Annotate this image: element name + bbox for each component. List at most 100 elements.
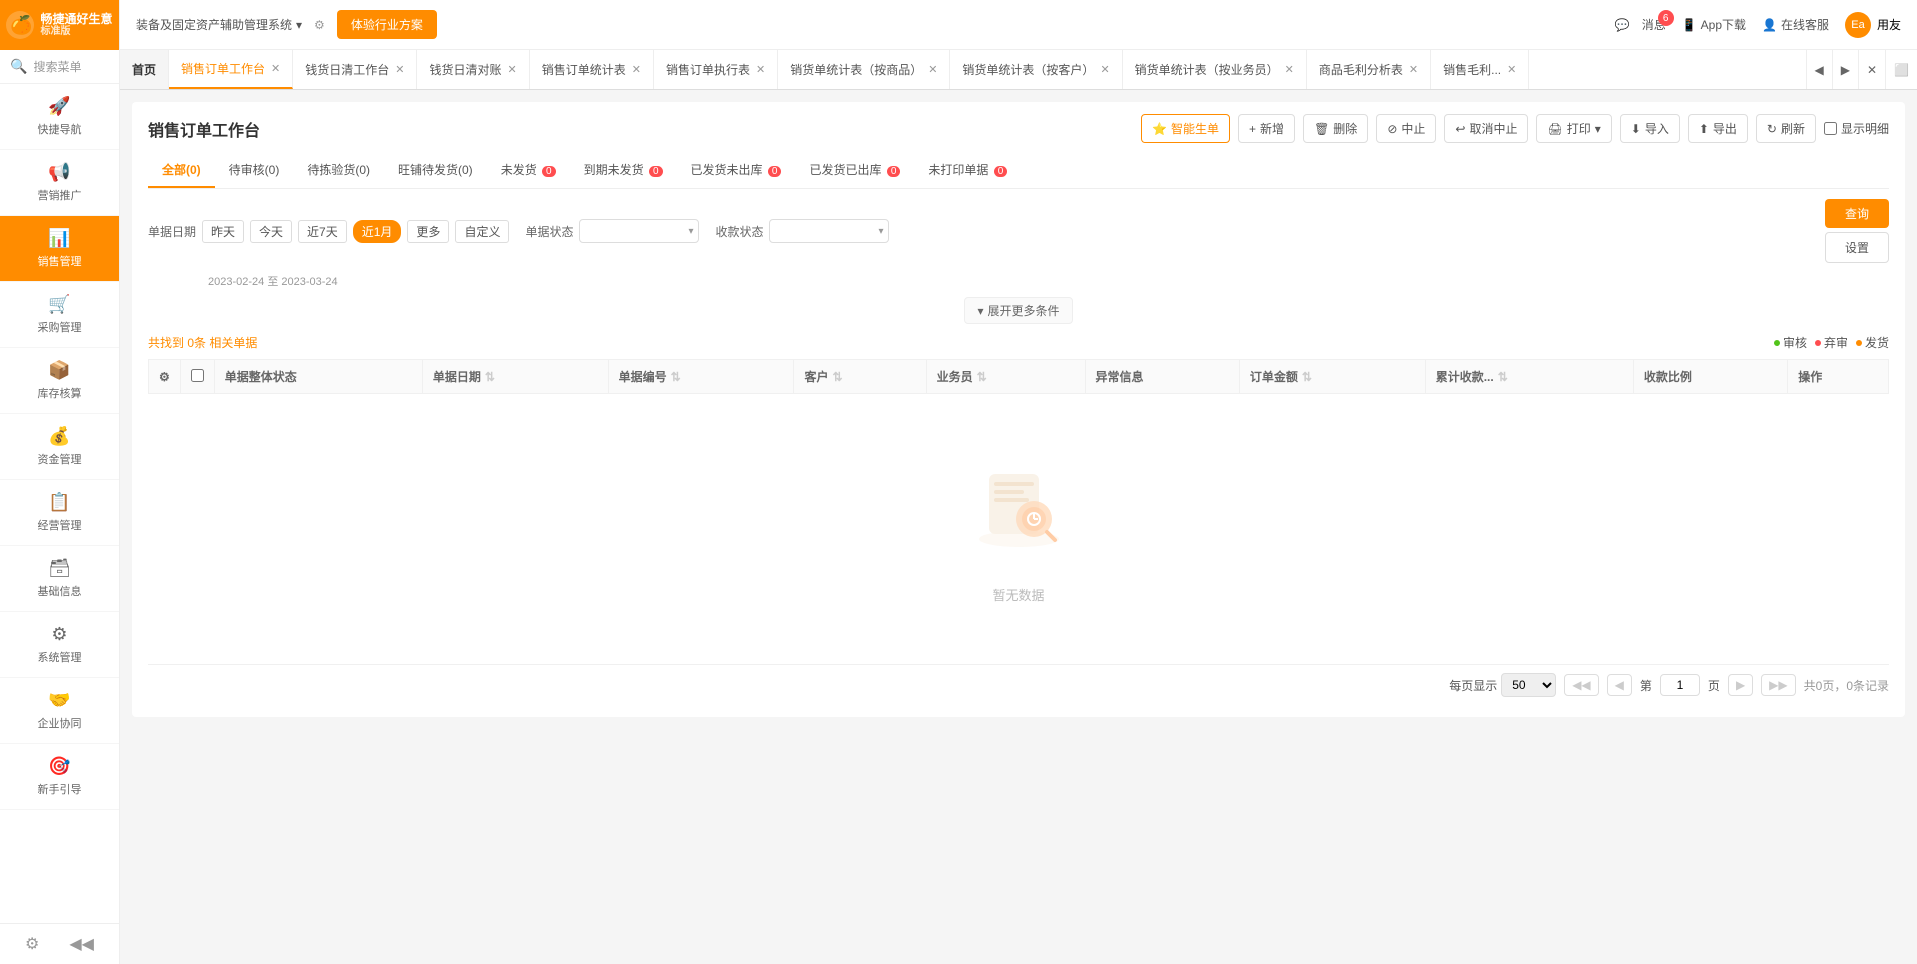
last-page-btn[interactable]: ▶▶ xyxy=(1761,674,1795,696)
tab-close-icon[interactable]: ✕ xyxy=(928,63,937,76)
tab-nav-prev[interactable]: ◀ xyxy=(1806,50,1832,90)
tab-close-icon[interactable]: ✕ xyxy=(1100,63,1109,76)
export-btn[interactable]: ⬆ 导出 xyxy=(1688,114,1748,143)
action-review[interactable]: 审核 xyxy=(1774,334,1807,351)
tab-sales-more[interactable]: 销售毛利... ✕ xyxy=(1431,50,1529,89)
tab-gross-profit[interactable]: 商品毛利分析表 ✕ xyxy=(1307,50,1431,89)
tab-close-icon[interactable]: ✕ xyxy=(395,63,404,76)
sidebar-item-sales[interactable]: 📊 销售管理 xyxy=(0,216,119,282)
app-download-btn[interactable]: 📱 App下载 xyxy=(1682,16,1746,33)
filter-tab-not-printed[interactable]: 未打印单据 0 xyxy=(914,153,1021,188)
show-detail-checkbox[interactable]: 显示明细 xyxy=(1824,120,1889,137)
prev-page-btn[interactable]: ◀ xyxy=(1607,674,1632,696)
col-check[interactable] xyxy=(180,360,214,394)
add-btn[interactable]: + 新增 xyxy=(1238,114,1295,143)
filter-tab-shipped-out[interactable]: 已发货已出库 0 xyxy=(795,153,914,188)
action-cancel-review[interactable]: 弃审 xyxy=(1815,334,1848,351)
col-customer[interactable]: 客户⇅ xyxy=(794,360,926,394)
print-btn[interactable]: 🖨 打印 ▾ xyxy=(1536,114,1611,143)
tab-sales-stats[interactable]: 销售订单统计表 ✕ xyxy=(530,50,654,89)
app-logo: 🍊 畅捷通好生意 标准版 xyxy=(0,0,119,50)
page-header-actions: ⭐ 智能生单 + 新增 🗑 删除 ⊘ 中止 xyxy=(1141,114,1889,143)
sidebar-item-marketing[interactable]: 📢 营销推广 xyxy=(0,150,119,216)
tab-sales-summary-staff[interactable]: 销货单统计表（按业务员） ✕ xyxy=(1123,50,1307,89)
tab-sales-exec[interactable]: 销售订单执行表 ✕ xyxy=(654,50,778,89)
col-date[interactable]: 单据日期⇅ xyxy=(422,360,608,394)
settings-bottom-icon[interactable]: ⚙ xyxy=(25,934,39,954)
sidebar-item-quicknav[interactable]: 🚀 快捷导航 xyxy=(0,84,119,150)
date-btn-custom[interactable]: 自定义 xyxy=(455,220,509,243)
filter-tab-pending-review[interactable]: 待审核(0) xyxy=(215,153,294,188)
col-amount[interactable]: 订单金额⇅ xyxy=(1239,360,1425,394)
expand-filter-btn[interactable]: ▾ 展开更多条件 xyxy=(964,297,1072,324)
topbar-settings-icon[interactable]: ⚙ xyxy=(314,18,325,32)
sort-icon: ⇅ xyxy=(977,370,987,384)
tab-close-icon[interactable]: ✕ xyxy=(632,63,641,76)
sidebar-item-system[interactable]: ⚙ 系统管理 xyxy=(0,612,119,678)
sidebar-item-enterprise[interactable]: 🤝 企业协同 xyxy=(0,678,119,744)
tab-close-icon[interactable]: ✕ xyxy=(1409,63,1418,76)
status-select[interactable] xyxy=(579,219,699,243)
tab-close-icon[interactable]: ✕ xyxy=(508,63,517,76)
select-all-checkbox[interactable] xyxy=(191,369,204,382)
col-staff[interactable]: 业务员⇅ xyxy=(926,360,1085,394)
message-btn[interactable]: 💬 6 消息 xyxy=(1615,16,1666,33)
filter-tab-expired[interactable]: 到期未发货 0 xyxy=(570,153,677,188)
refresh-btn[interactable]: ↻ 刷新 xyxy=(1756,114,1816,143)
date-btn-today[interactable]: 今天 xyxy=(250,220,292,243)
payment-select[interactable] xyxy=(769,219,889,243)
first-page-btn[interactable]: ◀◀ xyxy=(1564,674,1598,696)
tab-close-icon[interactable]: ✕ xyxy=(1507,63,1516,76)
table-scroll-area[interactable]: ⚙ 单据整体状态 单据日期⇅ 单据编号⇅ 客户⇅ 业务员⇅ 异常信息 订单金额⇅… xyxy=(148,359,1889,664)
col-number[interactable]: 单据编号⇅ xyxy=(608,360,794,394)
filter-tab-wangpu[interactable]: 旺铺待发货(0) xyxy=(384,153,487,188)
sidebar-search[interactable]: 🔍 搜索菜单 xyxy=(0,50,119,84)
sidebar-item-finance[interactable]: 💰 资金管理 xyxy=(0,414,119,480)
tab-close-icon[interactable]: ✕ xyxy=(1285,63,1294,76)
next-page-btn[interactable]: ▶ xyxy=(1728,674,1753,696)
system-title-dropdown[interactable]: 装备及固定资产辅助管理系统 ▾ xyxy=(136,16,302,33)
date-btn-1month[interactable]: 近1月 xyxy=(353,220,402,243)
query-btn[interactable]: 查询 xyxy=(1825,199,1889,228)
industry-btn[interactable]: 体验行业方案 xyxy=(337,10,437,39)
filter-tab-not-shipped[interactable]: 未发货 0 xyxy=(487,153,570,188)
filter-tab-all[interactable]: 全部(0) xyxy=(148,153,215,188)
import-btn[interactable]: ⬇ 导入 xyxy=(1620,114,1680,143)
col-collected[interactable]: 累计收款...⇅ xyxy=(1425,360,1633,394)
date-btn-yesterday[interactable]: 昨天 xyxy=(202,220,244,243)
tab-cash-reconcile[interactable]: 钱货日清对账 ✕ xyxy=(417,50,529,89)
sidebar-item-tutorial[interactable]: 🎯 新手引导 xyxy=(0,744,119,810)
tab-close-all[interactable]: ✕ xyxy=(1858,50,1885,90)
tab-sales-summary-customer[interactable]: 销货单统计表（按客户） ✕ xyxy=(950,50,1122,89)
sidebar-item-operations[interactable]: 📋 经营管理 xyxy=(0,480,119,546)
user-area[interactable]: Ea 用友 xyxy=(1845,12,1901,38)
filter-tab-pending-pickup[interactable]: 待拣验货(0) xyxy=(293,153,384,188)
delete-btn[interactable]: 🗑 删除 xyxy=(1303,114,1368,143)
cancel-suspend-btn[interactable]: ↩ 取消中止 xyxy=(1444,114,1528,143)
page-input[interactable] xyxy=(1660,674,1700,696)
online-service-btn[interactable]: 👤 在线客服 xyxy=(1762,16,1829,33)
filter-date: 单据日期 昨天 今天 近7天 近1月 更多 自定义 xyxy=(148,220,509,243)
tab-close-icon[interactable]: ✕ xyxy=(271,62,280,75)
sidebar-item-purchase[interactable]: 🛒 采购管理 xyxy=(0,282,119,348)
tab-sales-workbench[interactable]: 销售订单工作台 ✕ xyxy=(169,50,293,89)
tab-nav-next[interactable]: ▶ xyxy=(1832,50,1858,90)
sidebar-item-basic-info[interactable]: 🗃 基础信息 xyxy=(0,546,119,612)
tab-home[interactable]: 首页 xyxy=(120,50,169,89)
date-btn-7days[interactable]: 近7天 xyxy=(298,220,347,243)
show-detail-input[interactable] xyxy=(1824,122,1837,135)
col-settings[interactable]: ⚙ xyxy=(149,360,181,394)
smart-btn[interactable]: ⭐ 智能生单 xyxy=(1141,114,1230,143)
date-btn-more[interactable]: 更多 xyxy=(407,220,449,243)
action-ship[interactable]: 发货 xyxy=(1856,334,1889,351)
tab-cash-daily[interactable]: 钱货日清工作台 ✕ xyxy=(293,50,417,89)
tab-sales-summary-product[interactable]: 销货单统计表（按商品） ✕ xyxy=(778,50,950,89)
sidebar-item-inventory[interactable]: 📦 库存核算 xyxy=(0,348,119,414)
page-size-select[interactable]: 20 50 100 xyxy=(1501,673,1556,697)
suspend-btn[interactable]: ⊘ 中止 xyxy=(1376,114,1436,143)
tab-expand[interactable]: ⬜ xyxy=(1885,50,1917,90)
filter-settings-btn[interactable]: 设置 xyxy=(1825,232,1889,263)
tab-close-icon[interactable]: ✕ xyxy=(756,63,765,76)
filter-tab-shipped-not-out[interactable]: 已发货未出库 0 xyxy=(677,153,796,188)
collapse-icon[interactable]: ◀◀ xyxy=(69,934,94,954)
